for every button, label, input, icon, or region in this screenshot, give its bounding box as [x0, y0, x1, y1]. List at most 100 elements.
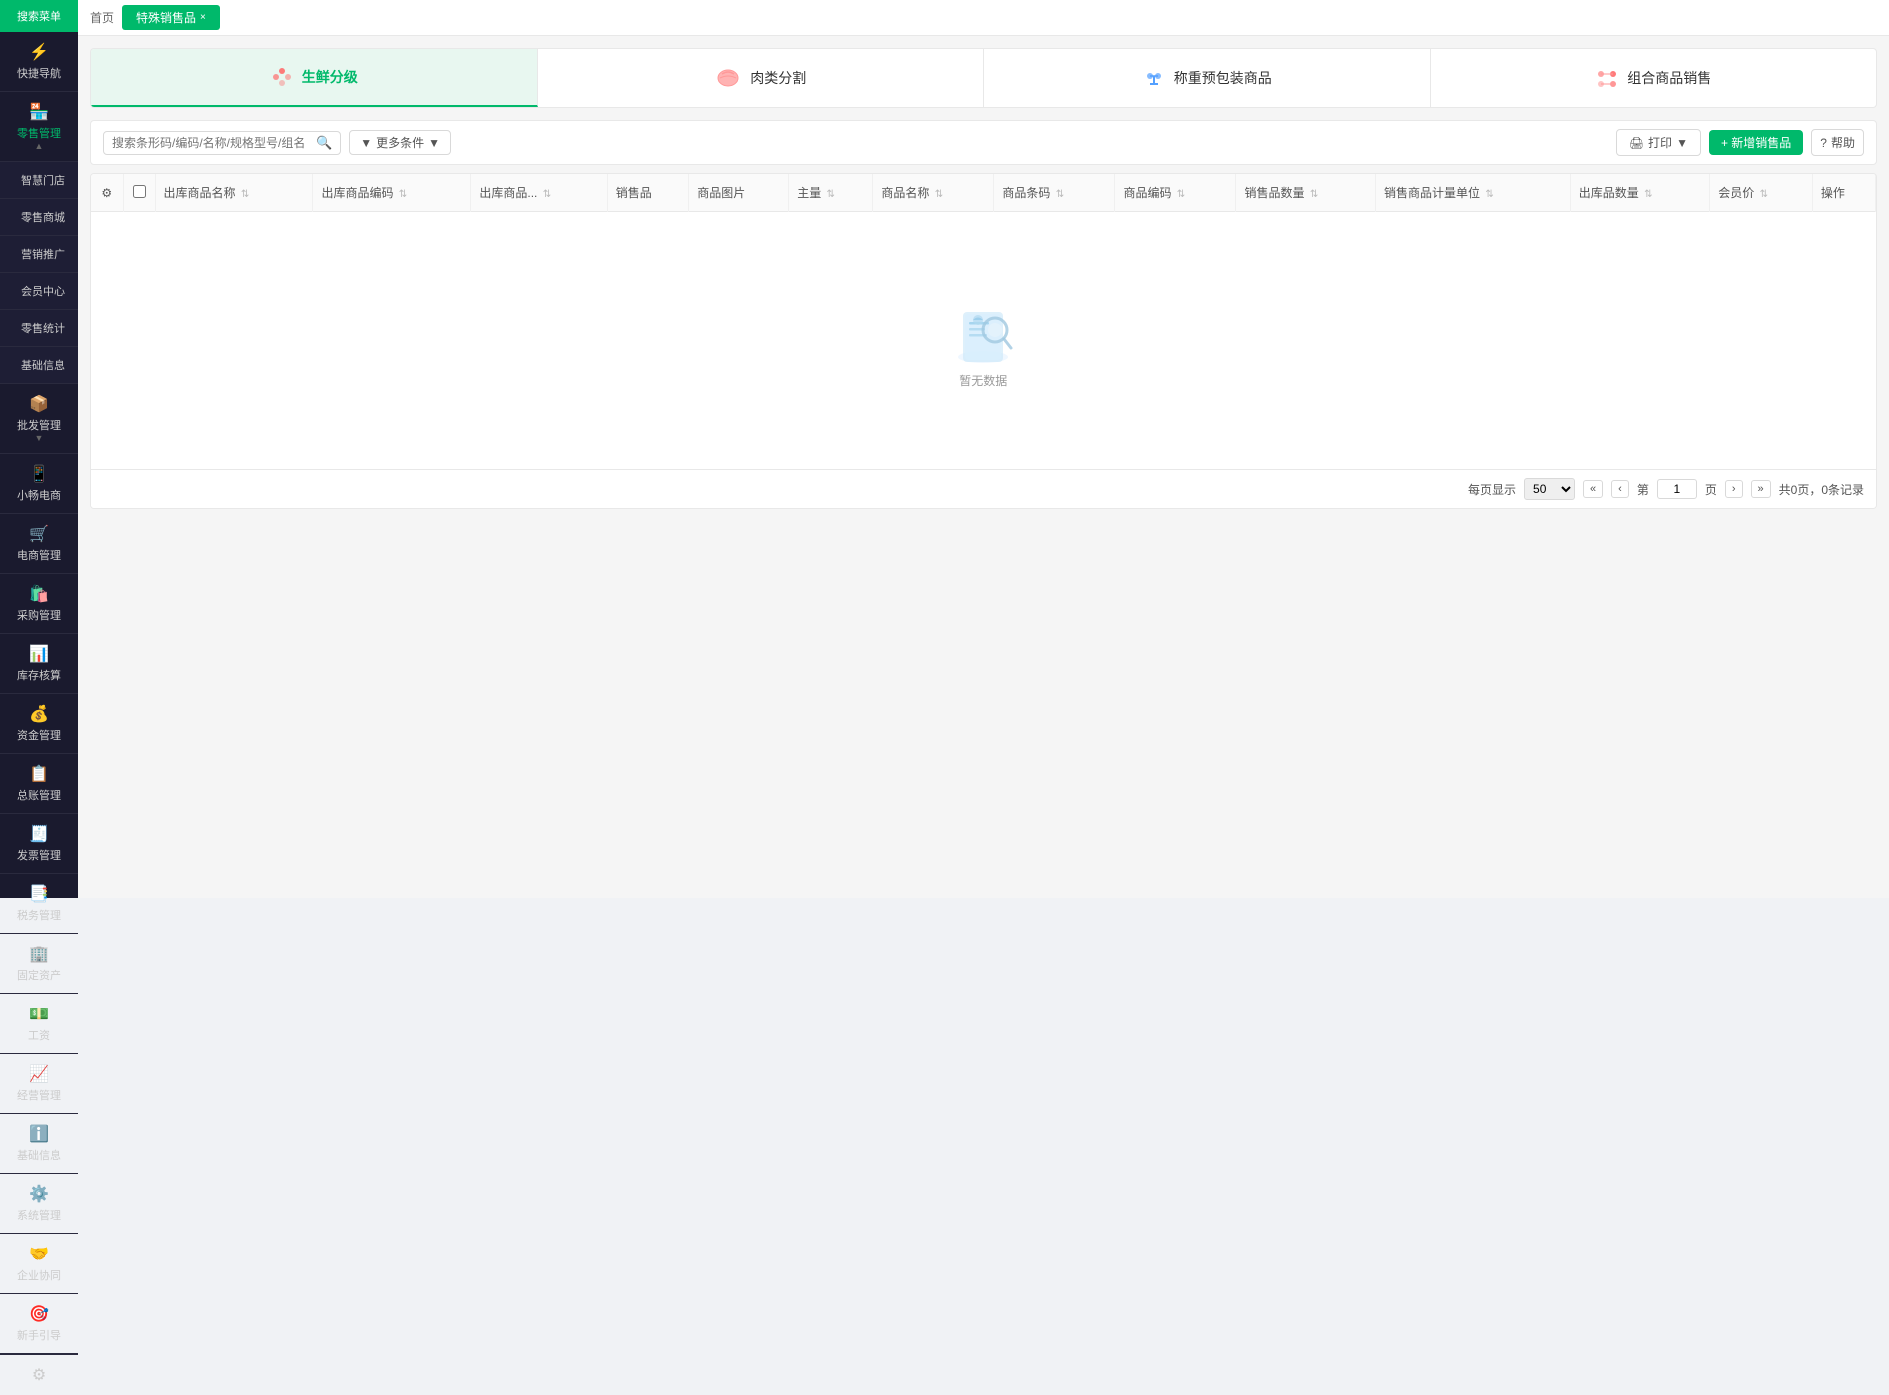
sidebar: 搜索菜单 ⚡ 快捷导航 🏪 零售管理 ▲ 智慧门店 零售商城 营销推广 会员中心… — [0, 0, 78, 898]
th-sales-qty: 销售品数量 ⇅ — [1236, 174, 1375, 212]
sort-icon[interactable]: ⇅ — [1760, 189, 1768, 200]
last-page-button[interactable]: » — [1751, 480, 1771, 498]
sidebar-item-label: 营销推广 — [21, 246, 65, 262]
sidebar-item-ecommerce-mgmt[interactable]: 🛒 电商管理 — [0, 514, 78, 574]
page-size-label: 每页显示 — [1468, 481, 1516, 498]
invoice-mgmt-icon: 🧾 — [29, 824, 49, 844]
active-tab-label: 特殊销售品 — [136, 9, 196, 26]
page-size-select[interactable]: 50 10 20 100 — [1524, 478, 1575, 500]
tab-close-icon[interactable]: × — [200, 12, 206, 23]
ecommerce-mgmt-icon: 🛒 — [29, 524, 49, 544]
sort-icon[interactable]: ⇅ — [543, 189, 551, 200]
prev-page-button[interactable]: ‹ — [1611, 480, 1629, 498]
sidebar-bottom: ⚙ — [0, 1354, 78, 1395]
sidebar-item-finance-mgmt[interactable]: 💰 资金管理 — [0, 694, 78, 754]
sidebar-logo[interactable]: 搜索菜单 — [0, 0, 78, 32]
select-all-checkbox[interactable] — [133, 185, 146, 198]
add-label: + 新增销售品 — [1721, 134, 1791, 151]
main-content: 首页 特殊销售品 × 生鲜分级 — [78, 0, 1889, 898]
sidebar-item-sales-promo[interactable]: 营销推广 — [0, 236, 78, 273]
help-icon: ? — [1820, 136, 1827, 150]
company-coop-icon: 🤝 — [29, 1244, 49, 1264]
sidebar-item-retail-mgmt[interactable]: 🏪 零售管理 ▲ — [0, 92, 78, 162]
sys-mgmt-icon: ⚙️ — [29, 1184, 49, 1204]
sidebar-item-label: 基础信息 — [21, 357, 65, 373]
tab-fresh-grade-label: 生鲜分级 — [302, 67, 358, 87]
sidebar-item-purchase-mgmt[interactable]: 🛍️ 采购管理 — [0, 574, 78, 634]
tab-weigh-prepack-label: 称重预包装商品 — [1174, 68, 1272, 88]
th-settings[interactable]: ⚙ — [91, 174, 123, 212]
sort-icon[interactable]: ⇅ — [1177, 189, 1185, 200]
finance-mgmt-icon: 💰 — [29, 704, 49, 724]
sidebar-item-quick-nav[interactable]: ⚡ 快捷导航 — [0, 32, 78, 92]
sidebar-item-label: 发票管理 — [17, 847, 61, 863]
th-weight: 主量 ⇅ — [789, 174, 873, 212]
col-label: 出库商品名称 — [164, 186, 236, 200]
sidebar-item-tax-mgmt[interactable]: 📑 税务管理 — [0, 874, 78, 934]
sidebar-item-fixed-assets[interactable]: 🏢 固定资产 — [0, 934, 78, 994]
filter-arrow-icon: ▼ — [428, 136, 440, 150]
col-label: 商品编码 — [1123, 186, 1171, 200]
meat-cut-icon — [714, 66, 742, 90]
print-icon: 🖨 — [1629, 136, 1644, 150]
search-box: 🔍 — [103, 131, 341, 155]
sidebar-item-wholesale-mgmt[interactable]: 📦 批发管理 ▼ — [0, 384, 78, 454]
sidebar-item-base-info[interactable]: 基础信息 — [0, 347, 78, 384]
sort-icon[interactable]: ⇅ — [1310, 189, 1318, 200]
general-ledger-icon: 📋 — [29, 764, 49, 784]
current-page-input[interactable] — [1657, 479, 1697, 499]
sidebar-item-smart-store[interactable]: 智慧门店 — [0, 162, 78, 199]
print-label: 打印 — [1648, 134, 1672, 151]
active-tab[interactable]: 特殊销售品 × — [122, 5, 220, 30]
sidebar-item-member-center[interactable]: 会员中心 — [0, 273, 78, 310]
next-page-button[interactable]: › — [1725, 480, 1743, 498]
th-sales-unit: 销售商品计量单位 ⇅ — [1375, 174, 1570, 212]
th-out-product-name: 出库商品名称 ⇅ — [155, 174, 313, 212]
empty-state-row: 暂无数据 — [91, 212, 1876, 470]
empty-state-cell: 暂无数据 — [91, 212, 1876, 470]
search-input[interactable] — [112, 136, 312, 150]
help-button[interactable]: ? 帮助 — [1811, 129, 1864, 156]
sidebar-item-ops-mgmt[interactable]: 📈 经营管理 — [0, 1054, 78, 1114]
col-label: 销售品 — [616, 186, 652, 200]
sidebar-item-label: 采购管理 — [17, 607, 61, 623]
settings-gear-button[interactable]: ⚙ — [0, 1355, 78, 1395]
sidebar-item-label: 库存核算 — [17, 667, 61, 683]
tab-weigh-prepack[interactable]: 称重预包装商品 — [984, 49, 1431, 107]
sidebar-item-company-coop[interactable]: 🤝 企业协同 — [0, 1234, 78, 1294]
page-body: 生鲜分级 肉类分割 称重预包装商品 — [78, 36, 1889, 898]
tab-fresh-grade[interactable]: 生鲜分级 — [91, 49, 538, 107]
th-checkbox[interactable] — [123, 174, 155, 212]
sort-icon[interactable]: ⇅ — [827, 189, 835, 200]
sort-icon[interactable]: ⇅ — [935, 189, 943, 200]
filter-label: 更多条件 — [376, 134, 424, 151]
sidebar-item-wages[interactable]: 💵 工资 — [0, 994, 78, 1054]
filter-button[interactable]: ▼ 更多条件 ▼ — [349, 130, 451, 155]
sidebar-item-retail-mall[interactable]: 零售商城 — [0, 199, 78, 236]
sidebar-item-sys-mgmt[interactable]: ⚙️ 系统管理 — [0, 1174, 78, 1234]
sort-icon[interactable]: ⇅ — [1644, 189, 1652, 200]
ops-mgmt-icon: 📈 — [29, 1064, 49, 1084]
sidebar-item-newbie-guide[interactable]: 🎯 新手引导 — [0, 1294, 78, 1354]
add-sales-product-button[interactable]: + 新增销售品 — [1709, 130, 1803, 155]
tab-combo-sales[interactable]: 组合商品销售 — [1431, 49, 1877, 107]
first-page-button[interactable]: « — [1583, 480, 1603, 498]
table-container: ⚙ 出库商品名称 ⇅ 出库商品编码 ⇅ — [90, 173, 1877, 509]
sidebar-item-retail-stats[interactable]: 零售统计 — [0, 310, 78, 347]
sidebar-item-label: 总账管理 — [17, 787, 61, 803]
print-button[interactable]: 🖨 打印 ▼ — [1616, 129, 1701, 156]
sidebar-item-invoice-mgmt[interactable]: 🧾 发票管理 — [0, 814, 78, 874]
sort-icon[interactable]: ⇅ — [399, 189, 407, 200]
sidebar-item-mini-program[interactable]: 📱 小畅电商 — [0, 454, 78, 514]
sort-icon[interactable]: ⇅ — [1056, 189, 1064, 200]
search-icon[interactable]: 🔍 — [316, 135, 332, 151]
breadcrumb-home[interactable]: 首页 — [90, 9, 114, 26]
quick-nav-icon: ⚡ — [29, 42, 49, 62]
sidebar-item-general-ledger[interactable]: 📋 总账管理 — [0, 754, 78, 814]
sort-icon[interactable]: ⇅ — [241, 189, 249, 200]
sidebar-item-label: 小畅电商 — [17, 487, 61, 503]
tab-meat-cut[interactable]: 肉类分割 — [538, 49, 985, 107]
sort-icon[interactable]: ⇅ — [1485, 189, 1493, 200]
sidebar-item-base-info2[interactable]: ℹ️ 基础信息 — [0, 1114, 78, 1174]
sidebar-item-inventory[interactable]: 📊 库存核算 — [0, 634, 78, 694]
